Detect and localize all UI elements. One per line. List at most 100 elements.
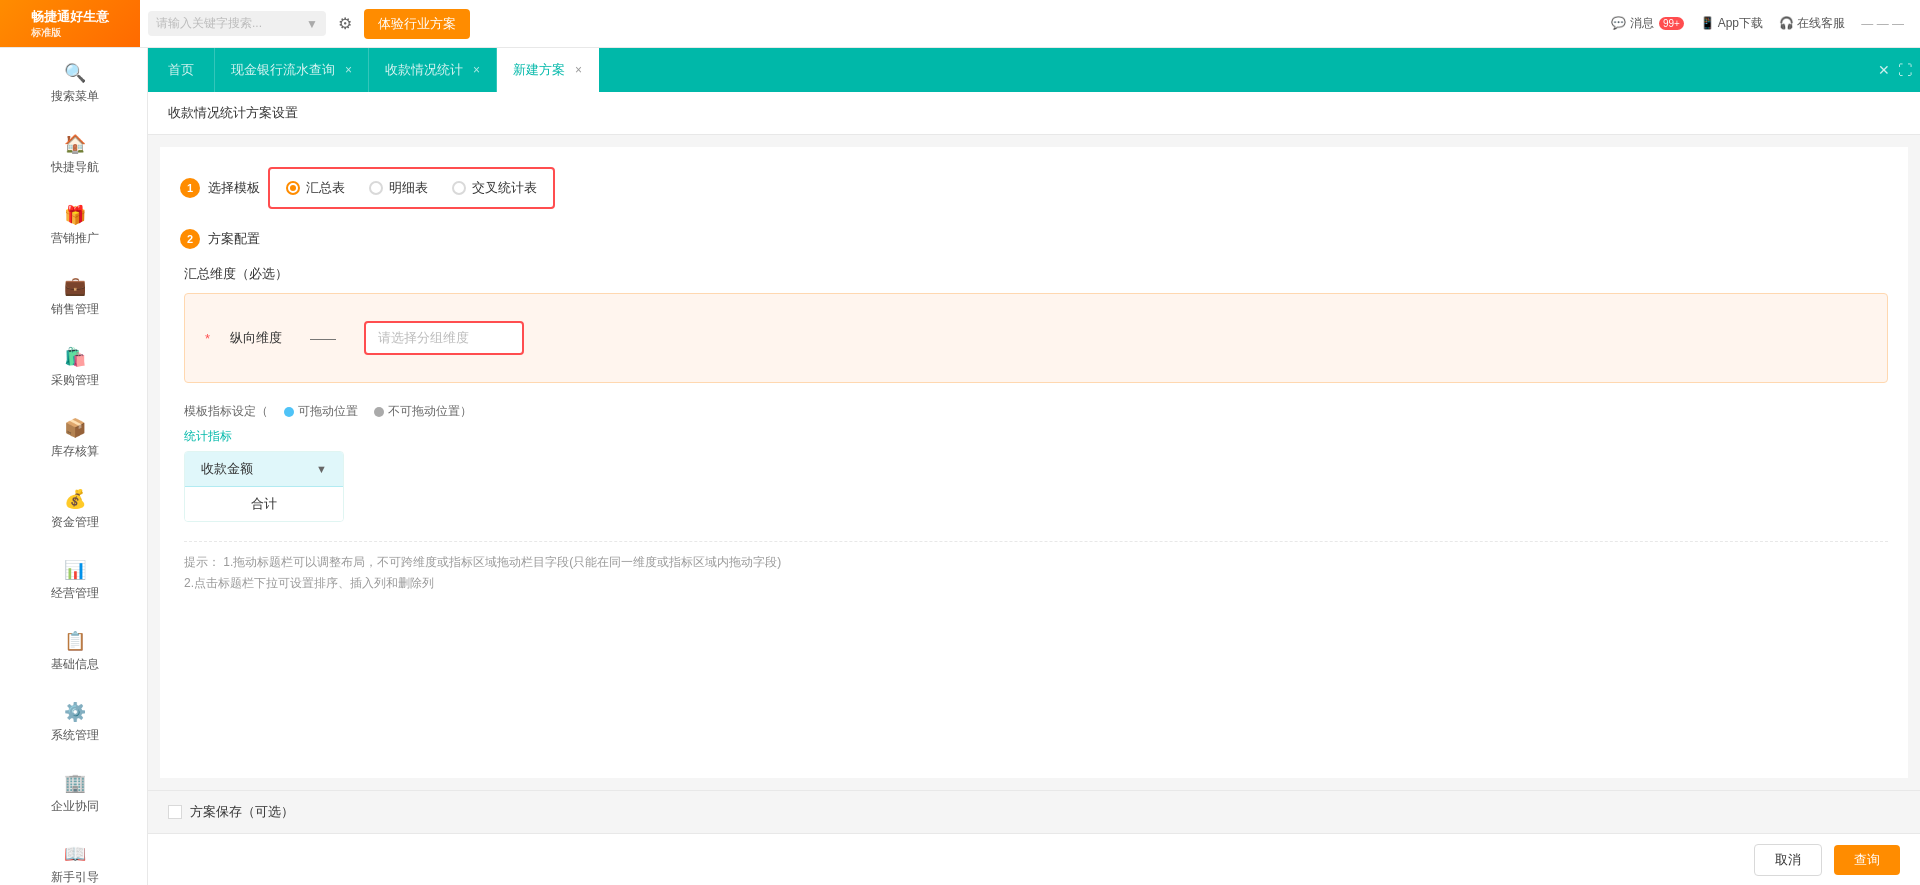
service-icon[interactable]: 🎧 在线客服 bbox=[1779, 15, 1845, 32]
radio-cross-circle bbox=[452, 181, 466, 195]
drag-dot-blue bbox=[284, 407, 294, 417]
sidebar-item-inventory[interactable]: 📦 库存核算 bbox=[0, 403, 147, 474]
footer-bar: 取消 查询 bbox=[148, 833, 1920, 885]
sidebar-item-management[interactable]: 📊 经营管理 bbox=[0, 545, 147, 616]
gift-icon: 🎁 bbox=[64, 204, 86, 226]
tab-receipt-close[interactable]: × bbox=[473, 63, 480, 77]
tab-bank-close[interactable]: × bbox=[345, 63, 352, 77]
required-mark: * bbox=[205, 331, 210, 346]
radio-detail-circle bbox=[369, 181, 383, 195]
metrics-cell-amount[interactable]: 收款金额 ▼ bbox=[185, 452, 343, 487]
save-checkbox[interactable] bbox=[168, 805, 182, 819]
sidebar-item-search[interactable]: 🔍 搜索菜单 bbox=[0, 48, 147, 119]
notification-icon[interactable]: 💬 消息 99+ bbox=[1611, 15, 1684, 32]
tip-1: 提示： 1.拖动标题栏可以调整布局，不可跨维度或指标区域拖动栏目字段(只能在同一… bbox=[184, 554, 1888, 571]
step1-title: 选择模板 bbox=[208, 179, 260, 197]
basic-icon: 📋 bbox=[64, 630, 86, 652]
metrics-settings-label: 模板指标设定（ bbox=[184, 403, 268, 420]
metrics-table: 收款金额 ▼ 合计 bbox=[184, 451, 344, 522]
sidebar-item-system[interactable]: ⚙️ 系统管理 bbox=[0, 687, 147, 758]
sales-icon: 💼 bbox=[64, 275, 86, 297]
management-icon: 📊 bbox=[64, 559, 86, 581]
tab-home-label: 首页 bbox=[168, 61, 194, 79]
sidebar-label-finance: 资金管理 bbox=[51, 514, 99, 531]
chevron-down-icon[interactable]: ▼ bbox=[316, 463, 327, 475]
tab-home[interactable]: 首页 bbox=[148, 48, 215, 92]
sidebar-item-finance[interactable]: 💰 资金管理 bbox=[0, 474, 147, 545]
dimension-dropdown[interactable]: 请选择分组维度 bbox=[364, 321, 524, 355]
cancel-button[interactable]: 取消 bbox=[1754, 844, 1822, 876]
tab-bank[interactable]: 现金银行流水查询 × bbox=[215, 48, 369, 92]
radio-cross-label: 交叉统计表 bbox=[472, 179, 537, 197]
step1-number: 1 bbox=[180, 178, 200, 198]
save-label: 方案保存（可选） bbox=[190, 803, 294, 821]
page-title: 收款情况统计方案设置 bbox=[168, 105, 298, 120]
no-drag-indicator: 不可拖动位置） bbox=[374, 403, 472, 420]
inventory-icon: 📦 bbox=[64, 417, 86, 439]
dimension-dropdown-placeholder: 请选择分组维度 bbox=[378, 330, 469, 345]
search-bar[interactable]: 请输入关键字搜索... ▼ bbox=[148, 11, 326, 36]
query-button[interactable]: 查询 bbox=[1834, 845, 1900, 875]
sidebar-label-search: 搜索菜单 bbox=[51, 88, 99, 105]
tab-receipt[interactable]: 收款情况统计 × bbox=[369, 48, 497, 92]
sidebar-item-nav[interactable]: 🏠 快捷导航 bbox=[0, 119, 147, 190]
user-avatar: — — — bbox=[1861, 17, 1904, 31]
sidebar-label-purchase: 采购管理 bbox=[51, 372, 99, 389]
no-drag-label: 不可拖动位置） bbox=[388, 403, 472, 420]
radio-detail[interactable]: 明细表 bbox=[369, 179, 428, 197]
tab-bar: 首页 现金银行流水查询 × 收款情况统计 × 新建方案 × ✕ ⛶ bbox=[148, 48, 1920, 92]
tip-2: 2.点击标题栏下拉可设置排序、插入列和删除列 bbox=[184, 575, 1888, 592]
search-icon: 🔍 bbox=[64, 62, 86, 84]
content-area: 收款情况统计方案设置 1 选择模板 汇总表 bbox=[148, 92, 1920, 885]
tab-new-plan[interactable]: 新建方案 × bbox=[497, 48, 599, 92]
form-container: 1 选择模板 汇总表 明细表 bbox=[160, 147, 1908, 778]
vertical-dim-label: 纵向维度 bbox=[230, 329, 282, 347]
sidebar-item-collab[interactable]: 🏢 企业协同 bbox=[0, 758, 147, 829]
gear-icon[interactable]: ⚙ bbox=[338, 14, 352, 33]
tab-close-all-icon[interactable]: ✕ bbox=[1878, 62, 1890, 78]
dimension-area: * 纵向维度 —— 请选择分组维度 bbox=[184, 293, 1888, 383]
drag-label: 可拖动位置 bbox=[298, 403, 358, 420]
metrics-section: 模板指标设定（ 可拖动位置 不可拖动位置） bbox=[184, 403, 1888, 525]
metrics-label-row: 模板指标设定（ 可拖动位置 不可拖动位置） bbox=[184, 403, 1888, 420]
sidebar-item-marketing[interactable]: 🎁 营销推广 bbox=[0, 190, 147, 261]
tab-bank-label: 现金银行流水查询 bbox=[231, 61, 335, 79]
metrics-cell-amount-label: 收款金额 bbox=[201, 460, 253, 478]
radio-detail-label: 明细表 bbox=[389, 179, 428, 197]
sidebar-label-marketing: 营销推广 bbox=[51, 230, 99, 247]
tips-section: 提示： 1.拖动标题栏可以调整布局，不可跨维度或指标区域拖动栏目字段(只能在同一… bbox=[184, 541, 1888, 608]
sidebar-label-nav: 快捷导航 bbox=[51, 159, 99, 176]
download-icon[interactable]: 📱 App下载 bbox=[1700, 15, 1763, 32]
tab-new-plan-label: 新建方案 bbox=[513, 61, 565, 79]
sidebar-item-purchase[interactable]: 🛍️ 采购管理 bbox=[0, 332, 147, 403]
radio-summary-circle bbox=[286, 181, 300, 195]
sidebar-item-basic[interactable]: 📋 基础信息 bbox=[0, 616, 147, 687]
tab-expand-icon[interactable]: ⛶ bbox=[1898, 62, 1912, 78]
tab-new-plan-close[interactable]: × bbox=[575, 63, 582, 77]
metrics-row-total: 合计 bbox=[185, 487, 343, 521]
home-icon: 🏠 bbox=[64, 133, 86, 155]
purchase-icon: 🛍️ bbox=[64, 346, 86, 368]
radio-cross[interactable]: 交叉统计表 bbox=[452, 179, 537, 197]
sidebar: 🔍 搜索菜单 🏠 快捷导航 🎁 营销推广 💼 销售管理 🛍️ 采购管理 📦 库存… bbox=[0, 48, 148, 885]
sidebar-label-basic: 基础信息 bbox=[51, 656, 99, 673]
sidebar-item-guide[interactable]: 📖 新手引导 bbox=[0, 829, 147, 885]
sidebar-label-system: 系统管理 bbox=[51, 727, 99, 744]
step1-section: 1 选择模板 汇总表 明细表 bbox=[180, 167, 1888, 209]
collab-icon: 🏢 bbox=[64, 772, 86, 794]
sidebar-label-management: 经营管理 bbox=[51, 585, 99, 602]
step2-number: 2 bbox=[180, 229, 200, 249]
dimension-title: 汇总维度（必选） bbox=[184, 265, 1888, 283]
page-header: 收款情况统计方案设置 bbox=[148, 92, 1920, 135]
sidebar-label-guide: 新手引导 bbox=[51, 869, 99, 885]
system-icon: ⚙️ bbox=[64, 701, 86, 723]
save-section: 方案保存（可选） bbox=[148, 790, 1920, 833]
sidebar-item-sales[interactable]: 💼 销售管理 bbox=[0, 261, 147, 332]
radio-summary[interactable]: 汇总表 bbox=[286, 179, 345, 197]
industry-button[interactable]: 体验行业方案 bbox=[364, 9, 470, 39]
arrow-right: —— bbox=[310, 331, 336, 346]
tab-receipt-label: 收款情况统计 bbox=[385, 61, 463, 79]
sidebar-label-sales: 销售管理 bbox=[51, 301, 99, 318]
template-radio-group: 汇总表 明细表 交叉统计表 bbox=[268, 167, 555, 209]
radio-summary-label: 汇总表 bbox=[306, 179, 345, 197]
